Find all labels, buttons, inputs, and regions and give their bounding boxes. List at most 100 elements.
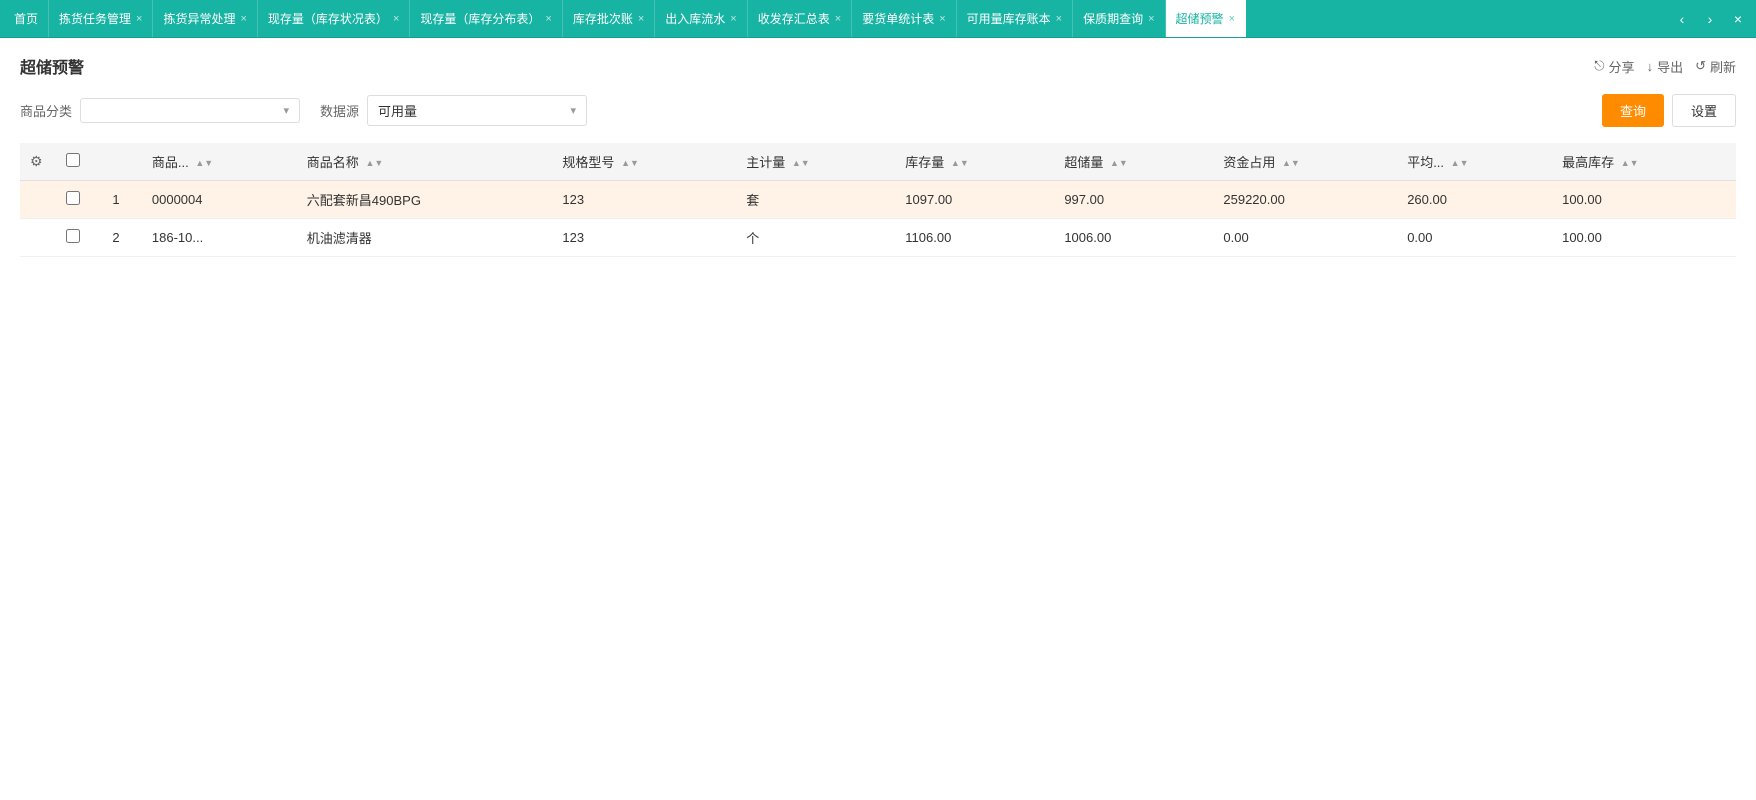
nav-next-button[interactable]: › — [1696, 0, 1724, 38]
row-capital: 259220.00 — [1213, 181, 1397, 219]
export-icon: ↓ — [1647, 59, 1654, 74]
row-max-stock: 100.00 — [1552, 181, 1736, 219]
nav-close-button[interactable]: × — [1724, 0, 1752, 38]
row-product-name: 机油滤清器 — [297, 219, 553, 257]
filter-actions: 查询 设置 — [1602, 94, 1736, 127]
chevron-down-icon: ▾ — [283, 104, 289, 117]
row-product-name: 六配套新昌490BPG — [297, 181, 553, 219]
row-overflow: 1006.00 — [1054, 219, 1213, 257]
sort-icon[interactable]: ▲▼ — [1451, 159, 1469, 168]
row-spec: 123 — [552, 219, 736, 257]
th-capital: 资金占用 ▲▼ — [1213, 143, 1397, 181]
close-icon[interactable]: × — [1148, 13, 1154, 25]
nav-tab-available[interactable]: 可用量库存账本 × — [957, 0, 1073, 37]
row-product-code: 186-10... — [142, 219, 297, 257]
nav-tab-inout[interactable]: 出入库流水 × — [655, 0, 747, 37]
row-avg: 260.00 — [1397, 181, 1552, 219]
nav-tab-expiry[interactable]: 保质期查询 × — [1073, 0, 1165, 37]
close-icon[interactable]: × — [939, 13, 945, 25]
row-unit: 个 — [736, 219, 895, 257]
row-settings-cell — [20, 181, 56, 219]
datasource-value: 可用量 — [378, 101, 417, 120]
row-capital: 0.00 — [1213, 219, 1397, 257]
nav-tab-batch[interactable]: 库存批次账 × — [563, 0, 655, 37]
close-icon[interactable]: × — [1229, 13, 1235, 25]
row-checkbox[interactable] — [66, 229, 80, 243]
page-title: 超储预警 — [20, 54, 84, 78]
row-max-stock: 100.00 — [1552, 219, 1736, 257]
th-settings: ⚙ — [20, 143, 56, 181]
row-checkbox[interactable] — [66, 191, 80, 205]
row-settings-cell — [20, 219, 56, 257]
main-content: 超储预警 ⎋ 分享 ↓ 导出 ↺ 刷新 商品分类 ▾ 数据源 — [0, 38, 1756, 800]
settings-button[interactable]: 设置 — [1672, 94, 1736, 127]
sort-icon[interactable]: ▲▼ — [951, 159, 969, 168]
page-header: 超储预警 ⎋ 分享 ↓ 导出 ↺ 刷新 — [20, 54, 1736, 78]
row-avg: 0.00 — [1397, 219, 1552, 257]
header-actions: ⎋ 分享 ↓ 导出 ↺ 刷新 — [1594, 57, 1736, 76]
sort-icon[interactable]: ▲▼ — [195, 159, 213, 168]
sort-icon[interactable]: ▲▼ — [1282, 159, 1300, 168]
nav-tab-home[interactable]: 首页 — [4, 0, 49, 37]
data-table: ⚙ 商品... ▲▼ 商品名称 ▲▼ 规格型号 ▲▼ — [20, 143, 1736, 257]
refresh-button[interactable]: ↺ 刷新 — [1695, 57, 1736, 76]
row-num: 1 — [90, 181, 142, 219]
th-avg: 平均... ▲▼ — [1397, 143, 1552, 181]
row-num: 2 — [90, 219, 142, 257]
th-max-stock: 最高库存 ▲▼ — [1552, 143, 1736, 181]
table-row: 1 0000004 六配套新昌490BPG 123 套 1097.00 997.… — [20, 181, 1736, 219]
nav-tab-overflow[interactable]: 超储预警 × — [1166, 0, 1246, 37]
sort-icon[interactable]: ▲▼ — [365, 159, 383, 168]
close-icon[interactable]: × — [730, 13, 736, 25]
row-spec: 123 — [552, 181, 736, 219]
sort-icon[interactable]: ▲▼ — [792, 159, 810, 168]
row-stock: 1097.00 — [895, 181, 1054, 219]
share-button[interactable]: ⎋ 分享 — [1594, 57, 1634, 76]
nav-tab-task[interactable]: 拣货任务管理 × — [49, 0, 153, 37]
select-all-checkbox[interactable] — [66, 153, 80, 167]
sort-icon[interactable]: ▲▼ — [1621, 159, 1639, 168]
category-select[interactable]: ▾ — [80, 98, 300, 123]
datasource-label: 数据源 — [320, 101, 359, 120]
datasource-filter: 数据源 可用量 ▾ — [320, 95, 587, 126]
table-row: 2 186-10... 机油滤清器 123 个 1106.00 1006.00 … — [20, 219, 1736, 257]
query-button[interactable]: 查询 — [1602, 94, 1664, 127]
nav-tab-exception[interactable]: 拣货异常处理 × — [153, 0, 257, 37]
share-icon: ⎋ — [1594, 58, 1604, 74]
close-icon[interactable]: × — [835, 13, 841, 25]
row-stock: 1106.00 — [895, 219, 1054, 257]
nav-tab-stock-dist[interactable]: 现存量（库存分布表） × — [410, 0, 562, 37]
filter-row: 商品分类 ▾ 数据源 可用量 ▾ 查询 设置 — [20, 94, 1736, 127]
th-unit: 主计量 ▲▼ — [736, 143, 895, 181]
nav-tab-order-stats[interactable]: 要货单统计表 × — [852, 0, 956, 37]
close-icon[interactable]: × — [545, 13, 551, 25]
category-filter: 商品分类 ▾ — [20, 98, 300, 123]
th-checkbox — [56, 143, 90, 181]
nav-tab-summary[interactable]: 收发存汇总表 × — [748, 0, 852, 37]
gear-icon[interactable]: ⚙ — [30, 153, 43, 169]
nav-arrows: ‹ › × — [1668, 0, 1752, 38]
row-checkbox-cell — [56, 219, 90, 257]
close-icon[interactable]: × — [136, 13, 142, 25]
row-unit: 套 — [736, 181, 895, 219]
export-button[interactable]: ↓ 导出 — [1647, 57, 1684, 76]
th-product-name: 商品名称 ▲▼ — [297, 143, 553, 181]
top-nav: 首页 拣货任务管理 × 拣货异常处理 × 现存量（库存状况表） × 现存量（库存… — [0, 0, 1756, 38]
close-icon[interactable]: × — [1056, 13, 1062, 25]
close-icon[interactable]: × — [638, 13, 644, 25]
close-icon[interactable]: × — [240, 13, 246, 25]
sort-icon[interactable]: ▲▼ — [621, 159, 639, 168]
nav-tab-stock-status[interactable]: 现存量（库存状况表） × — [258, 0, 410, 37]
nav-prev-button[interactable]: ‹ — [1668, 0, 1696, 38]
row-checkbox-cell — [56, 181, 90, 219]
row-overflow: 997.00 — [1054, 181, 1213, 219]
datasource-select[interactable]: 可用量 ▾ — [367, 95, 587, 126]
row-product-code: 0000004 — [142, 181, 297, 219]
table-header-row: ⚙ 商品... ▲▼ 商品名称 ▲▼ 规格型号 ▲▼ — [20, 143, 1736, 181]
close-icon[interactable]: × — [393, 13, 399, 25]
th-overflow: 超储量 ▲▼ — [1054, 143, 1213, 181]
sort-icon[interactable]: ▲▼ — [1110, 159, 1128, 168]
refresh-icon: ↺ — [1695, 58, 1706, 74]
th-stock: 库存量 ▲▼ — [895, 143, 1054, 181]
th-num — [90, 143, 142, 181]
